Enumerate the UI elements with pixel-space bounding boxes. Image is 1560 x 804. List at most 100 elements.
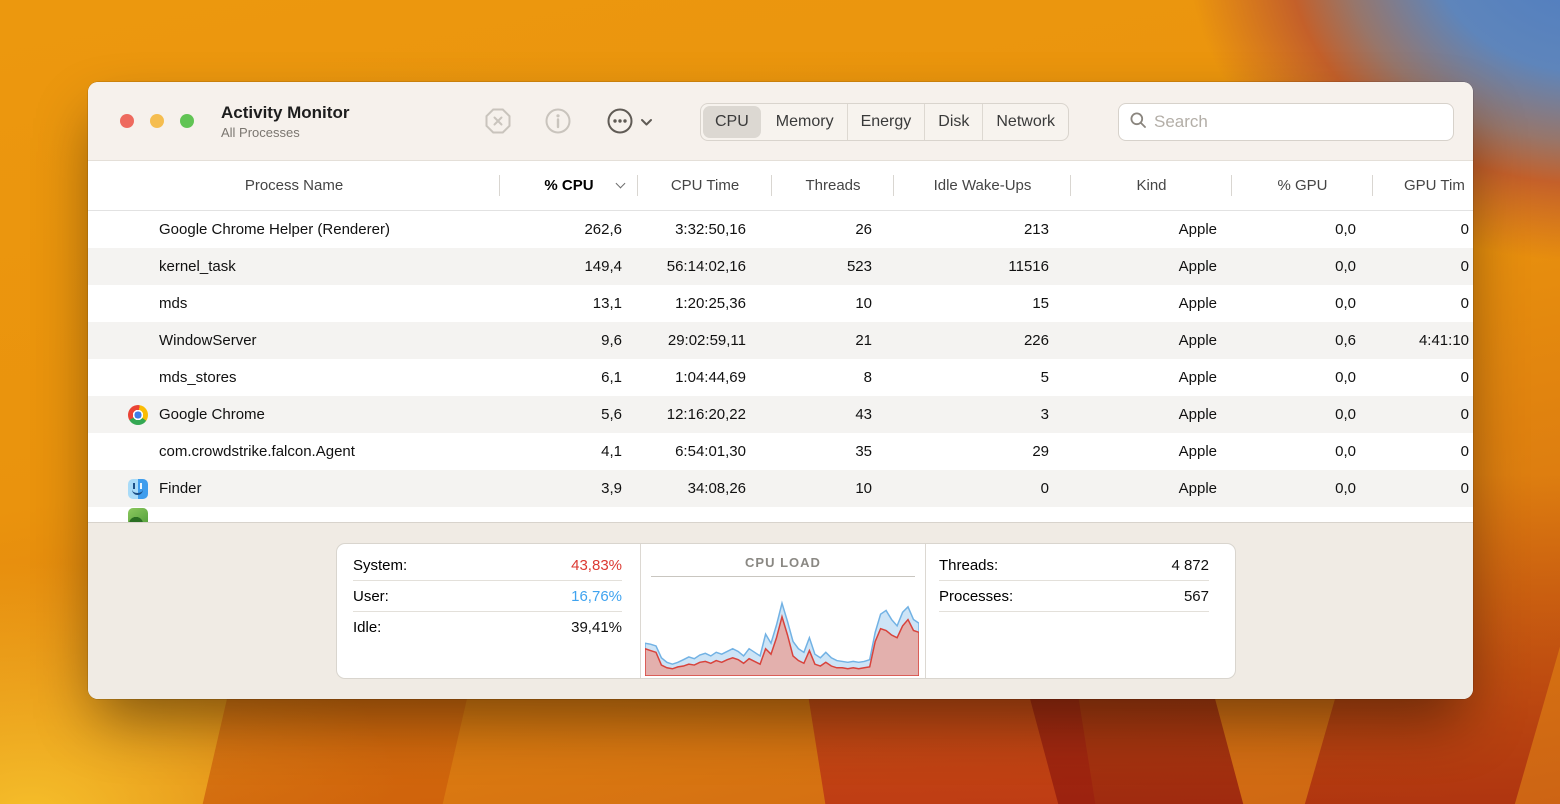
column-header-gpu-tim[interactable]: GPU Tim (1373, 161, 1473, 210)
stat-value: 567 (1183, 587, 1209, 605)
cell-value: 262,6 (584, 221, 622, 238)
table-row[interactable]: WindowServer 9,6 29:02:59,11 21 226 Apple 0,6 4… (88, 322, 1473, 359)
title-block: Activity Monitor All Processes (221, 102, 349, 140)
cpu-stats-left: System: 43,83% User: 16,76% Idle: 39,41% (337, 544, 641, 678)
table-header-row: Process Name% CPU CPU Time Threads Idle Wak… (88, 161, 1473, 211)
finder-app-icon (128, 478, 148, 499)
cell-value: 6:54:01,30 (675, 443, 746, 460)
stop-octagon-x-icon (483, 106, 513, 139)
process-name: mds (159, 295, 188, 312)
column-header-kind[interactable]: Kind (1071, 161, 1232, 210)
table-row[interactable]: kernel_task 149,4 56:14:02,16 523 11516 Apple… (88, 248, 1473, 285)
traffic-lights (120, 114, 194, 128)
tab-energy[interactable]: Energy (846, 104, 925, 140)
cell-value: 12:16:20,22 (666, 406, 746, 423)
cell-value: 0 (1040, 480, 1049, 497)
cell-value: 0 (1460, 480, 1469, 497)
stat-label: Idle: (353, 619, 382, 636)
cell-value: 226 (1023, 332, 1049, 349)
cell-value: 3:32:50,16 (675, 221, 746, 238)
cell-value: 0 (1460, 221, 1469, 238)
cell-value: 0 (1460, 295, 1469, 312)
cell-value: 0,0 (1335, 221, 1356, 238)
cell-value: 4,1 (601, 443, 622, 460)
cell-value: 35 (855, 443, 872, 460)
table-row[interactable]: mds 13,1 1:20:25,36 10 15 Apple 0,0 0 (88, 285, 1473, 322)
table-row[interactable]: Google Chrome 5,6 12:16:20,22 43 3 Apple 0,0 0 (88, 396, 1473, 433)
cell-value: 213 (1023, 221, 1049, 238)
process-name: com.crowdstrike.falcon.Agent (159, 443, 355, 460)
more-options-button[interactable] (603, 106, 655, 138)
cell-value: Apple (1178, 295, 1217, 312)
close-button[interactable] (120, 114, 134, 128)
stat-row: User: 16,76% (353, 581, 622, 612)
tab-cpu[interactable]: CPU (703, 106, 761, 138)
stat-label: Threads: (939, 556, 999, 574)
cell-value: 43 (855, 406, 872, 423)
cell-value: 0 (1460, 406, 1469, 423)
cell-value: Apple (1178, 332, 1217, 349)
cell-value: Apple (1178, 258, 1217, 275)
cell-value: 56:14:02,16 (666, 258, 746, 275)
process-name: WindowServer (159, 332, 257, 349)
view-tabs: CPU Memory Energy Disk Network (700, 103, 1070, 141)
cell-value: 1:04:44,69 (675, 369, 746, 386)
search-input[interactable] (1154, 112, 1443, 132)
cell-value: 0,0 (1335, 443, 1356, 460)
column-header-cpu-time[interactable]: CPU Time (638, 161, 772, 210)
cell-value: 13,1 (592, 295, 622, 312)
status-footer: System: 43,83% User: 16,76% Idle: 39,41% CPU … (88, 522, 1473, 699)
column-header--gpu[interactable]: % GPU (1232, 161, 1373, 210)
stat-row: Processes: 567 (939, 581, 1209, 612)
stop-process-button[interactable] (482, 106, 514, 138)
info-circle-icon (543, 106, 573, 139)
stat-value: 16,76% (571, 587, 622, 605)
cell-value: Apple (1178, 369, 1217, 386)
stat-row: System: 43,83% (353, 550, 622, 581)
cell-value: 1:20:25,36 (675, 295, 746, 312)
tab-disk[interactable]: Disk (924, 104, 982, 140)
cell-value: 149,4 (584, 258, 622, 275)
window-title: Activity Monitor (221, 103, 350, 122)
partial-table-row[interactable] (88, 507, 1473, 522)
cell-value: 0 (1460, 443, 1469, 460)
green-app-icon (128, 508, 148, 522)
cell-value: 0,0 (1335, 258, 1356, 275)
cell-value: 0,0 (1335, 480, 1356, 497)
stat-value: 4 872 (1171, 556, 1209, 574)
table-row[interactable]: mds_stores 6,1 1:04:44,69 8 5 Apple 0,0 0 (88, 359, 1473, 396)
cell-value: 6,1 (601, 369, 622, 386)
cell-value: 0,0 (1335, 406, 1356, 423)
cell-value: 5 (1040, 369, 1049, 386)
cell-value: 11516 (1008, 258, 1049, 275)
zoom-button[interactable] (180, 114, 194, 128)
cell-value: 3,9 (601, 480, 622, 497)
stat-row: Idle: 39,41% (353, 612, 622, 643)
cell-value: 34:08,26 (687, 480, 746, 497)
column-header-idle-wake-ups[interactable]: Idle Wake-Ups (894, 161, 1071, 210)
more-options-ellipsis-icon (605, 106, 635, 139)
cell-value: 26 (855, 221, 872, 238)
cell-value: 29 (1032, 443, 1049, 460)
column-header--cpu[interactable]: % CPU (500, 161, 638, 210)
search-field[interactable] (1118, 103, 1454, 141)
process-name: Google Chrome (159, 406, 265, 423)
cell-value: 523 (846, 258, 872, 275)
cell-value: 10 (855, 480, 872, 497)
cell-value: 5,6 (601, 406, 622, 423)
cell-value: Apple (1178, 480, 1217, 497)
table-row[interactable]: Google Chrome Helper (Renderer) 262,6 3:32… (88, 211, 1473, 248)
tab-memory[interactable]: Memory (763, 104, 847, 140)
sort-chevron-down-icon (615, 178, 626, 188)
table-row[interactable]: com.crowdstrike.falcon.Agent 4,1 6:54:01,3… (88, 433, 1473, 470)
cpu-load-topline (651, 576, 915, 577)
column-header-threads[interactable]: Threads (772, 161, 894, 210)
table-row[interactable]: Finder 3,9 34:08,26 10 0 Apple 0,0 0 (88, 470, 1473, 507)
column-header-process-name[interactable]: Process Name (88, 161, 500, 210)
cell-value: 0,0 (1335, 295, 1356, 312)
inspect-process-button[interactable] (542, 106, 574, 138)
tab-network[interactable]: Network (982, 104, 1068, 140)
cell-value: 4:41:10 (1418, 332, 1469, 349)
minimize-button[interactable] (150, 114, 164, 128)
stat-value: 39,41% (571, 619, 622, 636)
